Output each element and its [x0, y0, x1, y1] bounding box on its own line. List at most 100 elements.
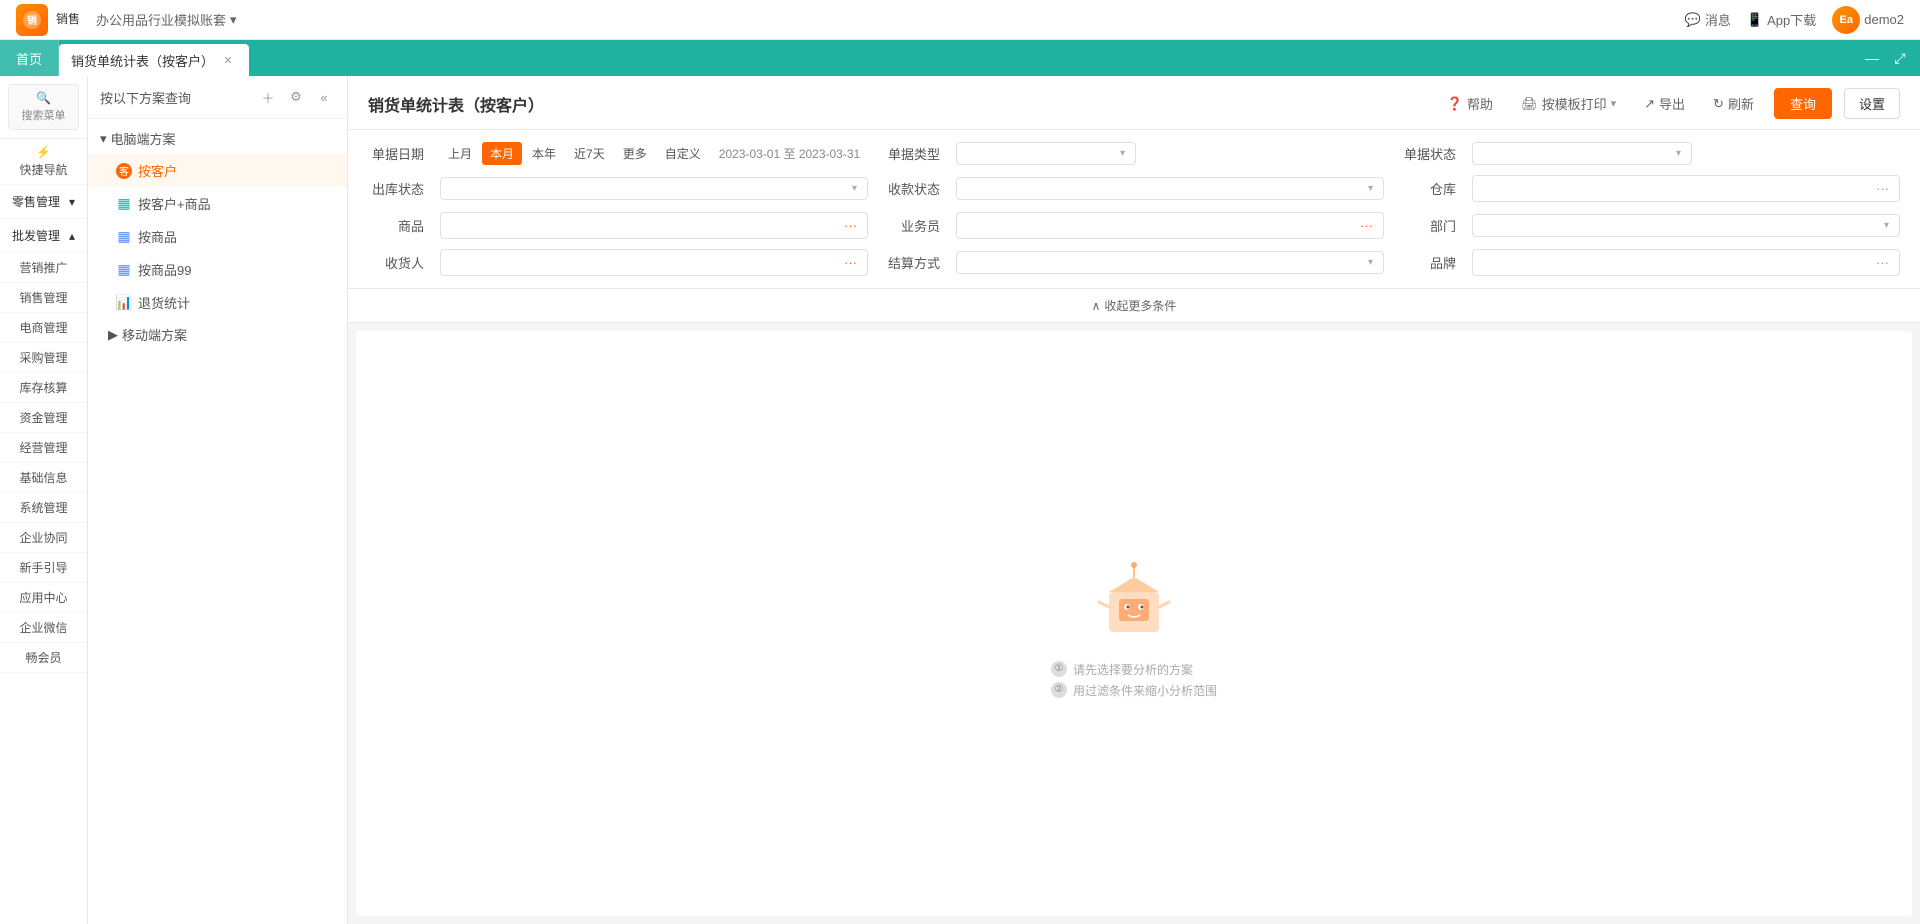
message-button[interactable]: 💬 消息 — [1685, 10, 1731, 29]
date-tab-custom[interactable]: 自定义 — [657, 142, 709, 165]
goods-input[interactable]: ··· — [440, 212, 868, 239]
settlement-select[interactable]: ▾ — [956, 251, 1384, 274]
inventory-label: 库存核算 — [19, 381, 67, 395]
sidebar-wholesale-mgmt[interactable]: 批发管理 ▴ — [0, 219, 87, 253]
tree-item-customer-goods[interactable]: ▦ 按客户+商品 — [88, 187, 347, 220]
industry-selector[interactable]: 办公用品行业模拟账套 ▾ — [88, 6, 245, 33]
app-download-button[interactable]: 📱 App下载 — [1747, 10, 1816, 29]
date-tab-this-year[interactable]: 本年 — [524, 142, 564, 165]
tab-close-icon[interactable]: ✕ — [220, 52, 236, 68]
sidebar-finance[interactable]: 资金管理 — [0, 403, 87, 433]
date-label: 单据日期 — [368, 144, 424, 163]
sidebar-newbie[interactable]: 新手引导 — [0, 553, 87, 583]
tab-home[interactable]: 首页 — [0, 40, 59, 76]
sidebar-search-area: 🔍 搜索菜单 — [0, 76, 87, 139]
edit-scheme-button[interactable]: ⚙ — [285, 86, 307, 108]
salesperson-input[interactable]: ··· — [956, 212, 1384, 239]
sidebar-quick-nav[interactable]: ⚡ 快捷导航 — [0, 139, 87, 185]
tree-item-goods99[interactable]: ▦ 按商品99 — [88, 253, 347, 286]
members-label: 畅会员 — [25, 651, 61, 665]
sidebar-system[interactable]: 系统管理 — [0, 493, 87, 523]
tree-item-by-goods[interactable]: ▦ 按商品 — [88, 220, 347, 253]
help-button[interactable]: ❓ 帮助 — [1439, 90, 1501, 117]
tree-group-mobile[interactable]: ▶ 移动端方案 — [88, 319, 347, 350]
payment-select[interactable]: ▾ — [956, 177, 1384, 200]
tab-sales-stats-label: 销货单统计表（按客户） — [71, 51, 214, 70]
brand-icon: 销 — [22, 10, 42, 30]
search-menu-button[interactable]: 🔍 搜索菜单 — [8, 84, 79, 130]
export-button[interactable]: ↗ 导出 — [1636, 90, 1693, 117]
by-customer-label: 按客户 — [138, 161, 177, 180]
warehouse-input[interactable]: ··· — [1472, 175, 1900, 202]
order-status-select[interactable]: ▾ — [1472, 142, 1692, 165]
sidebar-cooperation[interactable]: 企业协同 — [0, 523, 87, 553]
content-area: 销货单统计表（按客户） ❓ 帮助 🖨 按模板打印 ▾ ↗ 导出 ↻ 刷新 — [348, 76, 1920, 924]
finance-label: 资金管理 — [19, 411, 67, 425]
page-actions: ❓ 帮助 🖨 按模板打印 ▾ ↗ 导出 ↻ 刷新 查询 设置 — [1439, 88, 1900, 119]
print-button[interactable]: 🖨 按模板打印 ▾ — [1513, 90, 1624, 117]
header-left: 销 销售 办公用品行业模拟账套 ▾ — [16, 4, 245, 36]
group-mobile-label: 移动端方案 — [122, 325, 187, 344]
filter-area: 单据日期 上月 本月 本年 近7天 更多 自定义 2023-03-01 至 20… — [348, 130, 1920, 289]
sidebar-members[interactable]: 畅会员 — [0, 643, 87, 673]
payment-control: ▾ — [956, 177, 1384, 200]
sidebar-retail-mgmt[interactable]: 零售管理 ▾ — [0, 185, 87, 219]
tree-item-returns[interactable]: 📊 退货统计 — [88, 286, 347, 319]
consignee-input[interactable]: ··· — [440, 249, 868, 276]
sidebar-inventory[interactable]: 库存核算 — [0, 373, 87, 403]
collapse-bar[interactable]: ∧ 收起更多条件 — [348, 289, 1920, 323]
page-title: 销货单统计表（按客户） — [368, 92, 544, 116]
date-tab-this-month[interactable]: 本月 — [482, 142, 522, 165]
tree-item-by-customer[interactable]: 客 按客户 — [88, 154, 347, 187]
top-header: 销 销售 办公用品行业模拟账套 ▾ 💬 消息 📱 App下载 Ea demo2 — [0, 0, 1920, 40]
sidebar-base-info[interactable]: 基础信息 — [0, 463, 87, 493]
svg-text:销: 销 — [27, 14, 37, 27]
operations-label: 经营管理 — [19, 441, 67, 455]
refresh-button[interactable]: ↻ 刷新 — [1705, 90, 1762, 117]
warehouse-label: 仓库 — [1400, 179, 1456, 198]
industry-label: 办公用品行业模拟账套 — [96, 10, 226, 29]
user-profile[interactable]: Ea demo2 — [1832, 6, 1904, 34]
cooperation-label: 企业协同 — [19, 531, 67, 545]
retail-label: 零售管理 — [12, 193, 60, 210]
left-panel-actions: ＋ ⚙ « — [257, 86, 335, 108]
query-button[interactable]: 查询 — [1774, 88, 1832, 119]
date-tab-last-month[interactable]: 上月 — [440, 142, 480, 165]
empty-hint-2: 用过滤条件来缩小分析范围 — [1051, 680, 1217, 701]
group-expand-icon: ▾ — [100, 131, 107, 147]
warehouse-control: ··· — [1472, 175, 1900, 202]
collapse-arrow-icon: ∧ — [1092, 299, 1101, 313]
outbound-select[interactable]: ▾ — [440, 177, 868, 200]
brand-filter-label: 品牌 — [1400, 253, 1456, 272]
sidebar-purchase[interactable]: 采购管理 — [0, 343, 87, 373]
sidebar-marketing[interactable]: 营销推广 — [0, 253, 87, 283]
brand-input[interactable]: ··· — [1472, 249, 1900, 276]
tab-sales-stats[interactable]: 销货单统计表（按客户） ✕ — [59, 44, 249, 76]
department-arrow: ▾ — [1884, 220, 1889, 231]
brand-logo: 销 — [16, 4, 48, 36]
empty-hints: 请先选择要分析的方案 用过滤条件来缩小分析范围 — [1051, 659, 1217, 701]
sidebar-ecommerce[interactable]: 电商管理 — [0, 313, 87, 343]
settlement-label: 结算方式 — [884, 253, 940, 272]
consignee-control: ··· — [440, 249, 868, 276]
sidebar-operations[interactable]: 经营管理 — [0, 433, 87, 463]
settings-button[interactable]: 设置 — [1844, 88, 1900, 119]
order-type-select[interactable]: ▾ — [956, 142, 1136, 165]
tree-section: ▾ 电脑端方案 客 按客户 ▦ 按客户+商品 ▦ 按商品 ▦ 按商品99 📊 退… — [88, 119, 347, 354]
tree-group-desktop[interactable]: ▾ 电脑端方案 — [88, 123, 347, 154]
date-tab-more[interactable]: 更多 — [615, 142, 655, 165]
payment-arrow: ▾ — [1368, 183, 1373, 194]
department-select[interactable]: ▾ — [1472, 214, 1900, 237]
order-status-label: 单据状态 — [1400, 144, 1456, 163]
collapse-panel-button[interactable]: « — [313, 86, 335, 108]
date-tabs: 上月 本月 本年 近7天 更多 自定义 — [440, 142, 709, 165]
sales-mgmt-label: 销售管理 — [19, 291, 67, 305]
tab-minimize-button[interactable]: — — [1860, 46, 1884, 70]
sidebar-app-center[interactable]: 应用中心 — [0, 583, 87, 613]
sidebar-sales-mgmt[interactable]: 销售管理 — [0, 283, 87, 313]
date-tab-7days[interactable]: 近7天 — [566, 142, 613, 165]
tab-maximize-button[interactable]: ⤢ — [1888, 46, 1912, 70]
page-header: 销货单统计表（按客户） ❓ 帮助 🖨 按模板打印 ▾ ↗ 导出 ↻ 刷新 — [348, 76, 1920, 130]
add-scheme-button[interactable]: ＋ — [257, 86, 279, 108]
sidebar-wechat[interactable]: 企业微信 — [0, 613, 87, 643]
